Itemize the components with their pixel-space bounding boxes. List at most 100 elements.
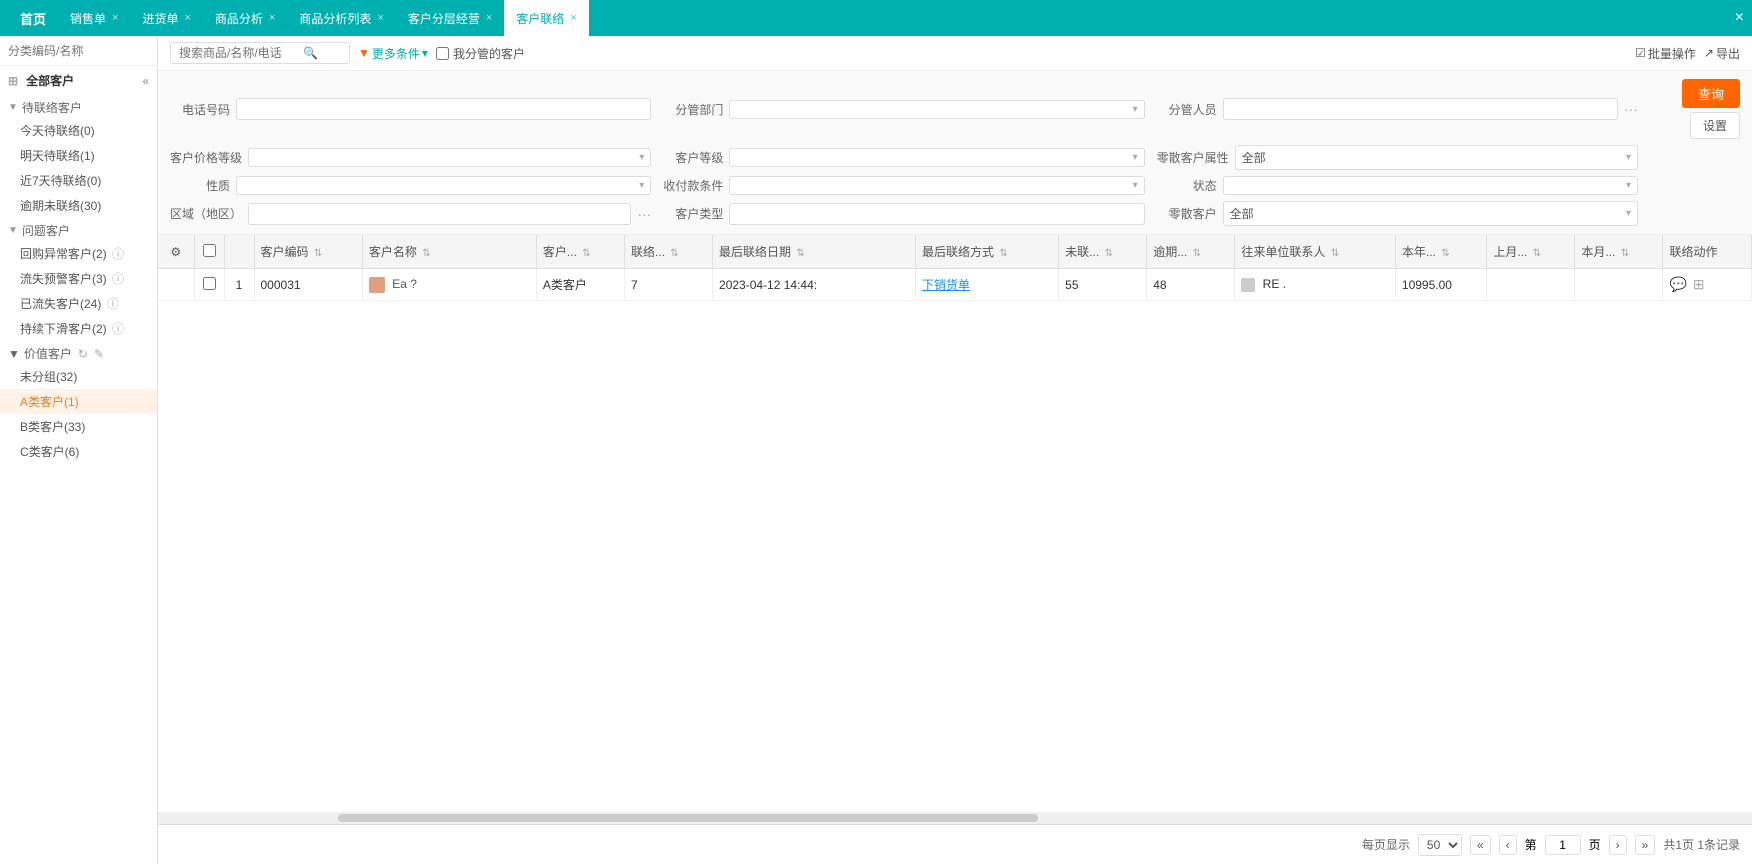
sort-unit-icon[interactable]: ⇅ bbox=[1331, 248, 1339, 259]
last-page-button[interactable]: » bbox=[1635, 835, 1656, 855]
filter-cell-sparse-attr: 零散客户属性 全部 ▾ bbox=[1157, 145, 1650, 170]
sort-date-icon[interactable]: ⇅ bbox=[796, 248, 804, 259]
sidebar-collapse-icon[interactable]: « bbox=[142, 74, 149, 88]
sort-this-month-icon[interactable]: ⇅ bbox=[1621, 248, 1629, 259]
sort-last-month-icon[interactable]: ⇅ bbox=[1533, 248, 1541, 259]
col-settings[interactable]: ⚙ bbox=[158, 235, 194, 269]
query-settings-col: 查询 设置 bbox=[1650, 79, 1740, 139]
sidebar: 🔍 ⊞ 全部客户 « ▼ 待联络客户 今天待联络(0) 明天待联络(1) 近7天… bbox=[0, 36, 158, 864]
filter-cell-status: 状态 ▾ bbox=[1157, 176, 1650, 195]
manager-input[interactable] bbox=[1223, 98, 1618, 120]
manager-dots-icon[interactable]: ··· bbox=[1624, 101, 1638, 117]
close-segment-icon[interactable]: × bbox=[486, 12, 492, 24]
horizontal-scrollbar[interactable] bbox=[158, 812, 1752, 824]
payment-select[interactable]: ▾ bbox=[729, 176, 1144, 195]
col-checkbox bbox=[194, 235, 224, 269]
page-size-select[interactable]: 50 bbox=[1418, 834, 1462, 856]
close-purchase-icon[interactable]: × bbox=[184, 12, 190, 24]
next-page-button[interactable]: › bbox=[1609, 835, 1627, 855]
sort-contact-icon[interactable]: ⇅ bbox=[670, 248, 678, 259]
more-filter-button[interactable]: ▼ 更多条件 ▾ bbox=[358, 45, 428, 62]
close-analysis-icon[interactable]: × bbox=[269, 12, 275, 24]
tab-home[interactable]: 首页 bbox=[8, 0, 58, 36]
sort-overdue-icon[interactable]: ⇅ bbox=[1193, 248, 1201, 259]
sidebar-item-losing[interactable]: 流失预警客户(3) ⓘ bbox=[0, 266, 157, 291]
chevron-icon: ▾ bbox=[1133, 104, 1138, 115]
tab-customer-contact[interactable]: 客户联络 × bbox=[504, 0, 588, 36]
tab-analysis[interactable]: 商品分析 × bbox=[203, 0, 287, 36]
sidebar-item-c-class[interactable]: C类客户(6) bbox=[0, 439, 157, 464]
sidebar-item-a-class[interactable]: A类客户(1) bbox=[0, 389, 157, 414]
qrcode-icon[interactable]: ⊞ bbox=[1693, 276, 1705, 293]
price-grade-select[interactable]: ▾ bbox=[248, 148, 651, 167]
row-this-year-cell: 10995.00 bbox=[1395, 269, 1486, 301]
col-no-contact: 未联... ⇅ bbox=[1059, 235, 1147, 269]
nature-select[interactable]: ▾ bbox=[236, 176, 651, 195]
comment-icon[interactable]: 💬 bbox=[1669, 276, 1686, 293]
sidebar-item-today[interactable]: 今天待联络(0) bbox=[0, 118, 157, 143]
customer-type-label: 客户类型 bbox=[663, 205, 723, 222]
batch-op-button[interactable]: ☑ 批量操作 bbox=[1635, 45, 1696, 62]
edit-icon[interactable]: ✎ bbox=[94, 347, 104, 361]
region-dots-icon[interactable]: ··· bbox=[637, 206, 651, 222]
dept-select[interactable]: ▾ bbox=[729, 100, 1144, 119]
tab-purchase[interactable]: 进货单 × bbox=[130, 0, 202, 36]
sidebar-item-lost[interactable]: 已流失客户(24) ⓘ bbox=[0, 291, 157, 316]
settings-button[interactable]: 设置 bbox=[1690, 112, 1740, 139]
row-action-cell: 💬 ⊞ bbox=[1663, 269, 1752, 301]
first-page-button[interactable]: « bbox=[1470, 835, 1491, 855]
sort-code-icon[interactable]: ⇅ bbox=[314, 248, 322, 259]
tab-customer-segment[interactable]: 客户分层经营 × bbox=[396, 0, 504, 36]
my-customers-checkbox[interactable] bbox=[436, 47, 449, 60]
my-customers-checkbox-label[interactable]: 我分管的客户 bbox=[436, 45, 525, 62]
sidebar-item-ungroup[interactable]: 未分组(32) bbox=[0, 364, 157, 389]
close-sales-icon[interactable]: × bbox=[112, 12, 118, 24]
status-select[interactable]: ▾ bbox=[1223, 176, 1638, 195]
prev-page-button[interactable]: ‹ bbox=[1499, 835, 1517, 855]
sort-name-icon[interactable]: ⇅ bbox=[422, 248, 430, 259]
customer-name[interactable]: Ea ? bbox=[392, 277, 417, 291]
region-label: 区域（地区） bbox=[170, 205, 242, 222]
settings-icon[interactable]: ⚙ bbox=[170, 245, 181, 259]
select-all-checkbox[interactable] bbox=[203, 244, 216, 257]
sort-no-contact-icon[interactable]: ⇅ bbox=[1105, 248, 1113, 259]
col-last-method-label: 最后联络方式 bbox=[922, 245, 994, 259]
sort-type-icon[interactable]: ⇅ bbox=[582, 248, 590, 259]
row-checkbox[interactable] bbox=[203, 277, 216, 290]
sidebar-item-b-class[interactable]: B类客户(33) bbox=[0, 414, 157, 439]
advanced-filter: 电话号码 分管部门 ▾ 分管人员 ··· 查询 设置 bbox=[158, 71, 1752, 235]
col-overdue: 逾期... ⇅ bbox=[1147, 235, 1235, 269]
arrow-down-icon3: ▼ bbox=[8, 347, 20, 361]
sidebar-all-customers[interactable]: ⊞ 全部客户 « bbox=[0, 66, 157, 95]
close-analysis-list-icon[interactable]: × bbox=[377, 12, 383, 24]
close-all-icon[interactable]: × bbox=[1735, 9, 1744, 27]
tab-analysis-list[interactable]: 商品分析列表 × bbox=[287, 0, 395, 36]
sidebar-item-tomorrow[interactable]: 明天待联络(1) bbox=[0, 143, 157, 168]
sidebar-item-7days[interactable]: 近7天待联络(0) bbox=[0, 168, 157, 193]
row-last-date-cell: 2023-04-12 14:44: bbox=[713, 269, 916, 301]
export-button[interactable]: ↗ 导出 bbox=[1704, 45, 1740, 62]
row-overdue-cell: 48 bbox=[1147, 269, 1235, 301]
sidebar-search-input[interactable] bbox=[8, 44, 158, 58]
sidebar-item-overdue[interactable]: 逾期未联络(30) bbox=[0, 193, 157, 218]
col-this-month: 本月... ⇅ bbox=[1575, 235, 1663, 269]
scrollbar-thumb[interactable] bbox=[338, 814, 1038, 822]
region-input[interactable] bbox=[248, 203, 631, 225]
sort-year-icon[interactable]: ⇅ bbox=[1441, 248, 1449, 259]
tab-sales[interactable]: 销售单 × bbox=[58, 0, 130, 36]
query-button[interactable]: 查询 bbox=[1682, 79, 1740, 108]
phone-input[interactable] bbox=[236, 98, 651, 120]
filter-search-input[interactable] bbox=[179, 46, 299, 60]
sidebar-item-declining[interactable]: 持续下滑客户(2) ⓘ bbox=[0, 316, 157, 341]
grade-select[interactable]: ▾ bbox=[729, 148, 1144, 167]
sidebar-item-abnormal[interactable]: 回购异常客户(2) ⓘ bbox=[0, 241, 157, 266]
sparse-customer-select[interactable]: 全部 ▾ bbox=[1223, 201, 1638, 226]
customer-type-input[interactable] bbox=[729, 203, 1144, 225]
sparse-attr-select[interactable]: 全部 ▾ bbox=[1235, 145, 1638, 170]
sort-method-icon[interactable]: ⇅ bbox=[999, 248, 1007, 259]
last-method-link[interactable]: 下销货单 bbox=[922, 278, 970, 292]
close-contact-icon[interactable]: × bbox=[570, 12, 576, 24]
refresh-icon[interactable]: ↻ bbox=[78, 347, 88, 361]
page-number-input[interactable] bbox=[1545, 835, 1581, 855]
filter-search-icon[interactable]: 🔍 bbox=[303, 46, 318, 60]
